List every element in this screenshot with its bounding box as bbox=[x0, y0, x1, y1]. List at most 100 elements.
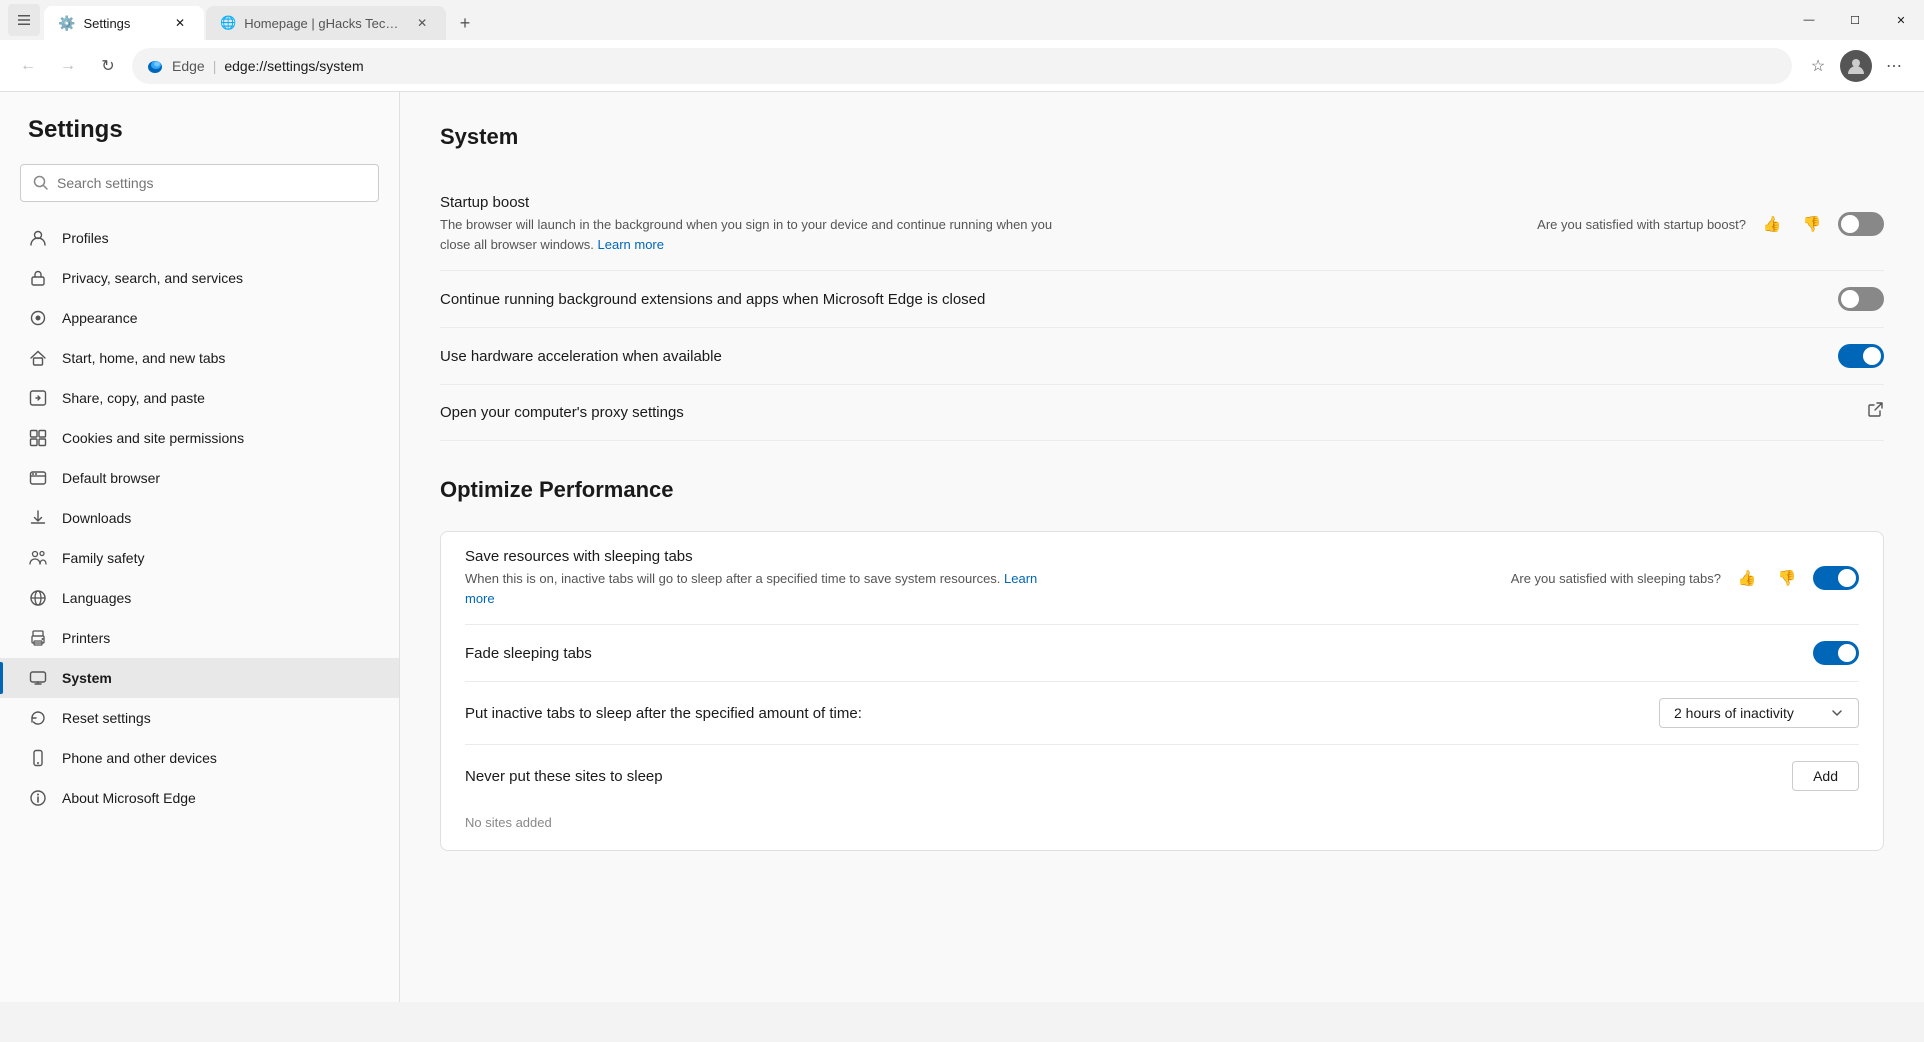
background-extensions-actions bbox=[1838, 287, 1884, 311]
background-extensions-toggle[interactable] bbox=[1838, 287, 1884, 311]
proxy-settings-actions bbox=[1866, 401, 1884, 424]
background-extensions-info: Continue running background extensions a… bbox=[440, 291, 1826, 308]
sidebar-item-system[interactable]: System bbox=[0, 658, 399, 698]
homepage-tab-close[interactable]: ✕ bbox=[412, 13, 432, 33]
sidebar-item-languages[interactable]: Languages bbox=[0, 578, 399, 618]
sidebar-item-phone-devices[interactable]: Phone and other devices bbox=[0, 738, 399, 778]
search-icon bbox=[33, 175, 49, 191]
startup-boost-learn-more[interactable]: Learn more bbox=[598, 237, 664, 252]
sleeping-tabs-desc-text: When this is on, inactive tabs will go t… bbox=[465, 571, 1004, 586]
sidebar-item-printers[interactable]: Printers bbox=[0, 618, 399, 658]
sidebar-item-downloads-label: Downloads bbox=[62, 510, 131, 526]
close-button[interactable]: ✕ bbox=[1878, 0, 1924, 40]
sleeping-tabs-thumbs-down[interactable]: 👎 bbox=[1773, 564, 1801, 592]
startup-boost-row: Startup boost The browser will launch in… bbox=[440, 178, 1884, 271]
startup-boost-feedback-text: Are you satisfied with startup boost? bbox=[1537, 217, 1746, 232]
hardware-acceleration-label: Use hardware acceleration when available bbox=[440, 348, 1826, 365]
languages-icon bbox=[28, 588, 48, 608]
maximize-button[interactable]: ☐ bbox=[1832, 0, 1878, 40]
sleeping-tabs-toggle-knob bbox=[1838, 569, 1856, 587]
sidebar-item-default-browser-label: Default browser bbox=[62, 470, 160, 486]
never-sleep-actions: Add bbox=[1792, 761, 1859, 791]
startup-boost-desc: The browser will launch in the backgroun… bbox=[440, 215, 1060, 254]
main-layout: Settings Profiles Privacy, search, and s… bbox=[0, 92, 1924, 1002]
sidebar-item-reset-settings[interactable]: Reset settings bbox=[0, 698, 399, 738]
optimize-performance-section: Optimize Performance Save resources with… bbox=[440, 477, 1884, 851]
fade-sleeping-tabs-info: Fade sleeping tabs bbox=[465, 645, 1801, 662]
homepage-tab[interactable]: 🌐 Homepage | gHacks Technology ✕ bbox=[206, 6, 446, 40]
startup-boost-toggle[interactable] bbox=[1838, 212, 1884, 236]
sleeping-tabs-thumbs-up[interactable]: 👍 bbox=[1733, 564, 1761, 592]
sidebar-item-printers-label: Printers bbox=[62, 630, 110, 646]
settings-tab-close[interactable]: ✕ bbox=[170, 13, 190, 33]
sidebar-item-family-safety[interactable]: Family safety bbox=[0, 538, 399, 578]
hardware-acceleration-toggle-knob bbox=[1863, 347, 1881, 365]
sleeping-tabs-desc: When this is on, inactive tabs will go t… bbox=[465, 569, 1065, 608]
address-brand: Edge bbox=[172, 58, 205, 74]
sidebar-item-privacy[interactable]: Privacy, search, and services bbox=[0, 258, 399, 298]
sleep-timer-value: 2 hours of inactivity bbox=[1674, 705, 1794, 721]
fade-sleeping-tabs-row: Fade sleeping tabs bbox=[465, 625, 1859, 682]
sidebar-item-share-copy[interactable]: Share, copy, and paste bbox=[0, 378, 399, 418]
search-box[interactable] bbox=[20, 164, 379, 202]
sleep-timer-dropdown[interactable]: 2 hours of inactivity bbox=[1659, 698, 1859, 728]
background-extensions-label: Continue running background extensions a… bbox=[440, 291, 1826, 308]
sidebar-item-family-safety-label: Family safety bbox=[62, 550, 144, 566]
sidebar-item-about[interactable]: About Microsoft Edge bbox=[0, 778, 399, 818]
sleeping-tabs-label: Save resources with sleeping tabs bbox=[465, 548, 1499, 565]
browser-icon bbox=[28, 468, 48, 488]
reset-icon bbox=[28, 708, 48, 728]
startup-boost-thumbs-down[interactable]: 👎 bbox=[1798, 210, 1826, 238]
sleep-timer-label: Put inactive tabs to sleep after the spe… bbox=[465, 705, 1647, 722]
sidebar-item-appearance[interactable]: Appearance bbox=[0, 298, 399, 338]
profile-button[interactable] bbox=[1840, 50, 1872, 82]
sidebar-toggle-btn[interactable] bbox=[8, 4, 40, 36]
sidebar-item-phone-devices-label: Phone and other devices bbox=[62, 750, 217, 766]
system-icon bbox=[28, 668, 48, 688]
content-area: System Startup boost The browser will la… bbox=[400, 92, 1924, 1002]
external-link-icon[interactable] bbox=[1866, 401, 1884, 424]
favorites-button[interactable]: ☆ bbox=[1800, 48, 1836, 84]
sidebar-item-profiles[interactable]: Profiles bbox=[0, 218, 399, 258]
refresh-button[interactable]: ↻ bbox=[92, 50, 124, 82]
optimize-performance-title: Optimize Performance bbox=[440, 477, 1884, 503]
hardware-acceleration-actions bbox=[1838, 344, 1884, 368]
fade-sleeping-tabs-actions bbox=[1813, 641, 1859, 665]
address-bar[interactable]: Edge | edge://settings/system bbox=[132, 48, 1792, 84]
startup-boost-thumbs-up[interactable]: 👍 bbox=[1758, 210, 1786, 238]
minimize-button[interactable]: — bbox=[1786, 0, 1832, 40]
back-button[interactable]: ← bbox=[12, 50, 44, 82]
sleeping-tabs-toggle[interactable] bbox=[1813, 566, 1859, 590]
sidebar-item-share-copy-label: Share, copy, and paste bbox=[62, 390, 205, 406]
profiles-icon bbox=[28, 228, 48, 248]
hardware-acceleration-toggle[interactable] bbox=[1838, 344, 1884, 368]
hardware-acceleration-row: Use hardware acceleration when available bbox=[440, 328, 1884, 385]
search-input[interactable] bbox=[57, 175, 366, 191]
startup-boost-actions: Are you satisfied with startup boost? 👍 … bbox=[1537, 210, 1884, 238]
fade-sleeping-tabs-toggle[interactable] bbox=[1813, 641, 1859, 665]
homepage-tab-icon: 🌐 bbox=[220, 15, 236, 31]
settings-more-button[interactable]: ⋯ bbox=[1876, 48, 1912, 84]
fade-sleeping-tabs-toggle-knob bbox=[1838, 644, 1856, 662]
startup-boost-desc-text: The browser will launch in the backgroun… bbox=[440, 217, 1052, 252]
sleeping-tabs-row: Save resources with sleeping tabs When t… bbox=[465, 532, 1859, 625]
proxy-settings-label: Open your computer's proxy settings bbox=[440, 404, 1854, 421]
settings-tab[interactable]: ⚙️ Settings ✕ bbox=[44, 6, 204, 40]
sidebar-item-start-home[interactable]: Start, home, and new tabs bbox=[0, 338, 399, 378]
sidebar-item-reset-settings-label: Reset settings bbox=[62, 710, 151, 726]
sidebar-item-profiles-label: Profiles bbox=[62, 230, 109, 246]
sidebar-item-languages-label: Languages bbox=[62, 590, 131, 606]
never-sleep-header: Never put these sites to sleep Add bbox=[465, 761, 1859, 791]
startup-boost-toggle-knob bbox=[1841, 215, 1859, 233]
new-tab-button[interactable]: + bbox=[448, 6, 482, 40]
no-sites-text: No sites added bbox=[465, 803, 552, 834]
fade-sleeping-tabs-label: Fade sleeping tabs bbox=[465, 645, 1801, 662]
sleep-timer-row: Put inactive tabs to sleep after the spe… bbox=[465, 682, 1859, 745]
sidebar-item-cookies[interactable]: Cookies and site permissions bbox=[0, 418, 399, 458]
address-divider: | bbox=[213, 58, 217, 74]
never-sleep-add-button[interactable]: Add bbox=[1792, 761, 1859, 791]
sidebar-item-downloads[interactable]: Downloads bbox=[0, 498, 399, 538]
proxy-settings-info: Open your computer's proxy settings bbox=[440, 404, 1854, 421]
sidebar-item-default-browser[interactable]: Default browser bbox=[0, 458, 399, 498]
forward-button[interactable]: → bbox=[52, 50, 84, 82]
